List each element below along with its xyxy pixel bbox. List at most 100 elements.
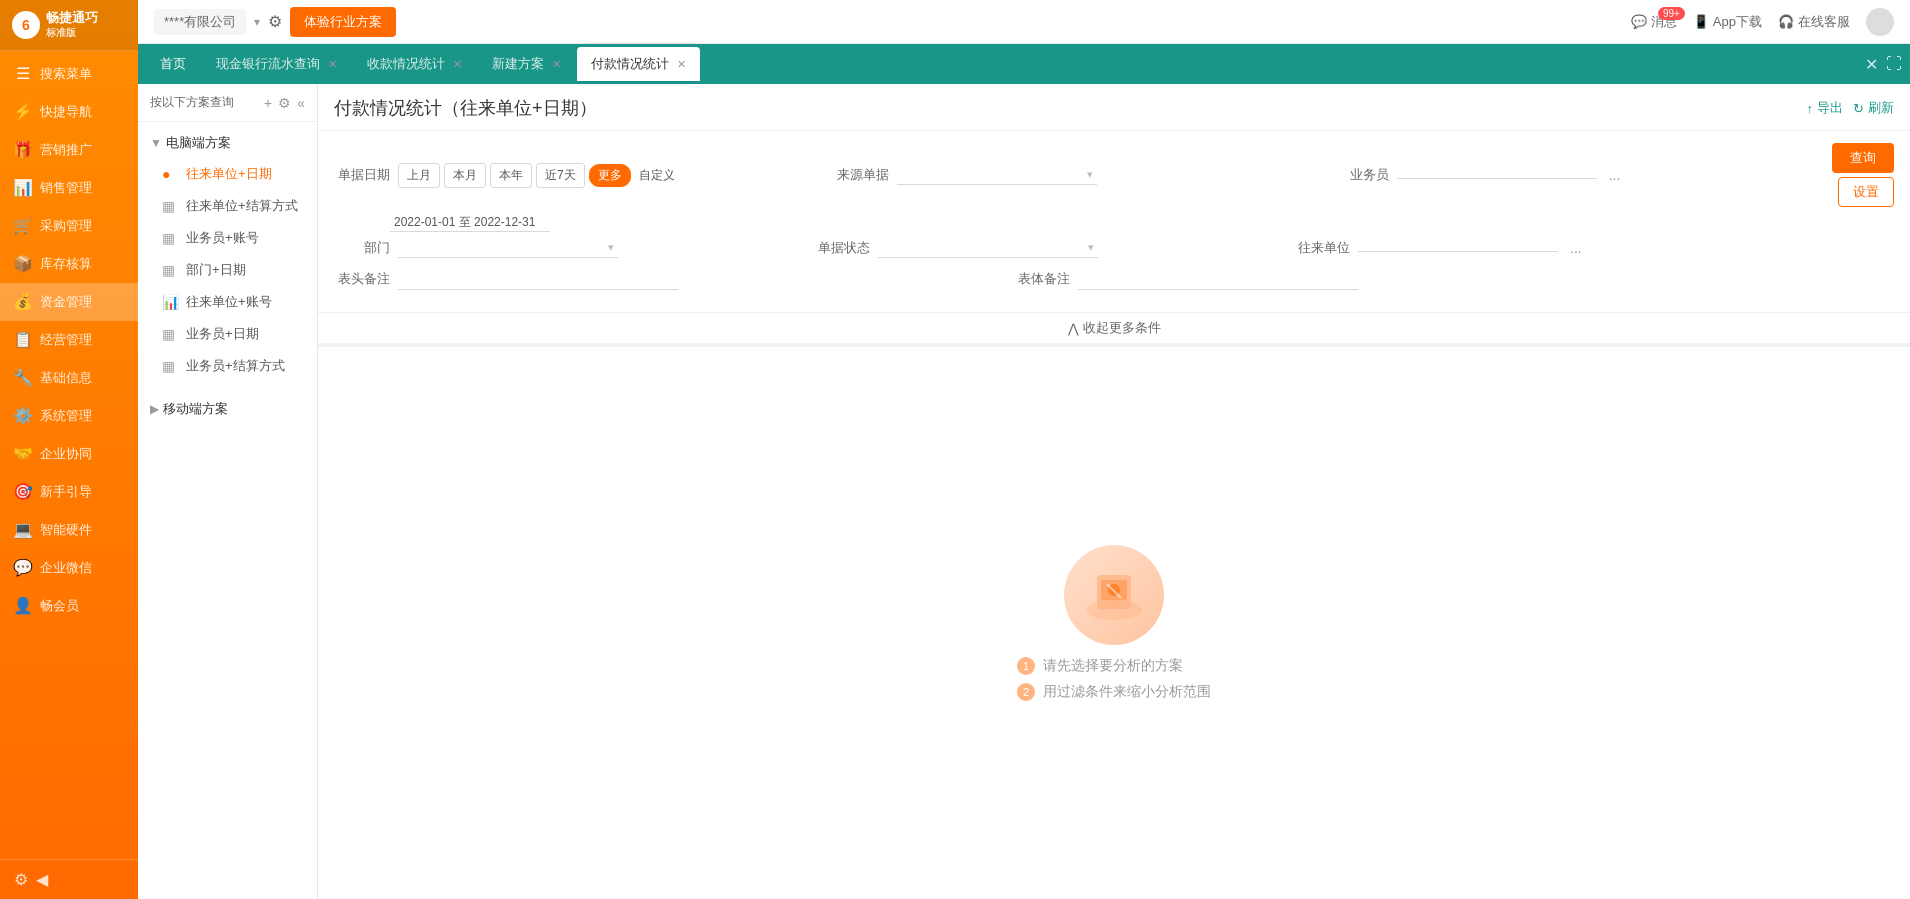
sidebar-bottom: ⚙ ◀ [0, 859, 138, 899]
sidebar-item-search-menu[interactable]: ☰ 搜索菜单 [0, 55, 138, 93]
trial-button[interactable]: 体验行业方案 [290, 7, 396, 37]
sidebar-item-enterprise[interactable]: 🤝 企业协同 [0, 435, 138, 473]
scheme-item-staff-settle[interactable]: ▦ 业务员+结算方式 [138, 350, 317, 382]
sidebar-item-wechat[interactable]: 💬 企业微信 [0, 549, 138, 587]
filter-row-2: 部门 ▾ 单据状态 ▾ 往来单位 [334, 238, 1894, 258]
topbar-settings-icon[interactable]: ⚙ [268, 12, 282, 31]
scheme-item-dept-date[interactable]: ▦ 部门+日期 [138, 254, 317, 286]
date-range-input[interactable] [390, 213, 550, 232]
empty-illustration [1064, 545, 1164, 645]
tab-pay-stats-close[interactable]: ✕ [677, 58, 686, 71]
scheme-header: 按以下方案查询 + ⚙ « [138, 84, 317, 122]
scheme-collapse-icon[interactable]: « [297, 95, 305, 111]
tabbar: 首页 现金银行流水查询 ✕ 收款情况统计 ✕ 新建方案 ✕ 付款情况统计 ✕ ✕… [138, 44, 1910, 84]
filter-row-1: 单据日期 上月 本月 本年 近7天 更多 自定义 来源单据 [334, 143, 1894, 207]
sidebar-item-system[interactable]: ⚙️ 系统管理 [0, 397, 138, 435]
staff-more-icon[interactable]: ... [1609, 167, 1621, 183]
sidebar-item-sales[interactable]: 📊 销售管理 [0, 169, 138, 207]
service-button[interactable]: 🎧 在线客服 [1778, 13, 1850, 31]
tab-expand-icon[interactable]: ⛶ [1886, 55, 1902, 73]
sidebar-item-capital[interactable]: 💰 资金管理 [0, 283, 138, 321]
sidebar-item-basic-info[interactable]: 🔧 基础信息 [0, 359, 138, 397]
scheme-item-partner-account[interactable]: 📊 往来单位+账号 [138, 286, 317, 318]
sidebar-item-guide[interactable]: 🎯 新手引导 [0, 473, 138, 511]
app-download-button[interactable]: 📱 App下载 [1693, 13, 1762, 31]
date-btn-this-month[interactable]: 本月 [444, 163, 486, 188]
date-btn-more[interactable]: 更多 [589, 164, 631, 187]
sidebar-item-member[interactable]: 👤 畅会员 [0, 587, 138, 625]
export-button[interactable]: ↑ 导出 [1807, 99, 1844, 117]
sales-icon: 📊 [14, 179, 32, 197]
tab-bank-flow-close[interactable]: ✕ [328, 58, 337, 71]
refresh-button[interactable]: ↻ 刷新 [1853, 99, 1894, 117]
date-buttons: 上月 本月 本年 近7天 更多 自定义 [398, 163, 679, 188]
mobile-section-header[interactable]: ▶ 移动端方案 [138, 394, 317, 424]
date-btn-7days[interactable]: 近7天 [536, 163, 585, 188]
scheme-add-icon[interactable]: + [264, 95, 272, 111]
body-note-input[interactable] [1078, 268, 1358, 290]
source-select[interactable]: ▾ [897, 165, 1097, 185]
desktop-section-header[interactable]: ▼ 电脑端方案 [138, 128, 317, 158]
page-header: 付款情况统计（往来单位+日期） ↑ 导出 ↻ 刷新 [318, 84, 1910, 130]
company-name: ****有限公司 [154, 9, 246, 35]
enterprise-icon: 🤝 [14, 445, 32, 463]
app-logo: 6 畅捷通巧 标准版 [0, 0, 138, 51]
header-note-col: 表头备注 [334, 268, 998, 290]
staff-filter-col: 业务员 ... [1333, 166, 1816, 184]
staff-label: 业务员 [1333, 166, 1389, 184]
wechat-icon: 💬 [14, 559, 32, 577]
tab-bank-flow[interactable]: 现金银行流水查询 ✕ [202, 47, 351, 81]
date-btn-last-month[interactable]: 上月 [398, 163, 440, 188]
sidebar: 6 畅捷通巧 标准版 ☰ 搜索菜单 ⚡ 快捷导航 🎁 营销推广 📊 销售管理 🛒… [0, 0, 138, 899]
scheme-item-partner-settle[interactable]: ▦ 往来单位+结算方式 [138, 190, 317, 222]
tab-new-scheme[interactable]: 新建方案 ✕ [478, 47, 575, 81]
page-title: 付款情况统计（往来单位+日期） [334, 96, 597, 120]
date-btn-this-year[interactable]: 本年 [490, 163, 532, 188]
sidebar-item-hardware[interactable]: 💻 智能硬件 [0, 511, 138, 549]
bottom-settings-icon[interactable]: ⚙ [14, 870, 28, 889]
bottom-collapse-icon[interactable]: ◀ [36, 870, 48, 889]
body-note-label: 表体备注 [1014, 270, 1070, 288]
sidebar-item-purchase[interactable]: 🛒 采购管理 [0, 207, 138, 245]
date-custom-label: 自定义 [639, 167, 675, 184]
dept-select[interactable]: ▾ [398, 238, 618, 258]
filter-actions: 查询 设置 [1832, 143, 1894, 207]
scheme-settings-icon[interactable]: ⚙ [278, 95, 291, 111]
staff-select[interactable] [1397, 172, 1597, 179]
source-dropdown-icon: ▾ [1087, 168, 1093, 181]
dept-dropdown-icon: ▾ [608, 241, 614, 254]
user-avatar[interactable] [1866, 8, 1894, 36]
tab-receive-stats[interactable]: 收款情况统计 ✕ [353, 47, 476, 81]
sidebar-item-operations[interactable]: 📋 经营管理 [0, 321, 138, 359]
message-button[interactable]: 💬 消息 99+ [1631, 13, 1677, 31]
empty-state: 1 请先选择要分析的方案 2 用过滤条件来缩小分析范围 [318, 347, 1910, 899]
voucher-status-select[interactable]: ▾ [878, 238, 1098, 258]
collapse-button[interactable]: ⋀ 收起更多条件 [318, 312, 1910, 343]
empty-content: 1 请先选择要分析的方案 2 用过滤条件来缩小分析范围 [1017, 545, 1211, 701]
tab-new-scheme-close[interactable]: ✕ [552, 58, 561, 71]
tip-num-1: 1 [1017, 657, 1035, 675]
basic-info-icon: 🔧 [14, 369, 32, 387]
scheme-item-staff-date[interactable]: ▦ 业务员+日期 [138, 318, 317, 350]
settings-button[interactable]: 设置 [1838, 177, 1894, 207]
company-dropdown-icon[interactable]: ▾ [254, 15, 260, 29]
tab-close-all-icon[interactable]: ✕ [1865, 55, 1878, 74]
empty-tip-2: 2 用过滤条件来缩小分析范围 [1017, 683, 1211, 701]
header-note-input[interactable] [398, 268, 678, 290]
scheme-item-partner-date[interactable]: ● 往来单位+日期 [138, 158, 317, 190]
tab-pay-stats[interactable]: 付款情况统计 ✕ [577, 47, 700, 81]
sidebar-item-marketing[interactable]: 🎁 营销推广 [0, 131, 138, 169]
sidebar-item-quick-nav[interactable]: ⚡ 快捷导航 [0, 93, 138, 131]
partner-select[interactable] [1358, 245, 1558, 252]
query-button[interactable]: 查询 [1832, 143, 1894, 173]
message-badge: 99+ [1658, 7, 1685, 20]
tab-home[interactable]: 首页 [146, 47, 200, 81]
message-icon: 💬 [1631, 14, 1647, 29]
voucher-status-dropdown-icon: ▾ [1088, 241, 1094, 254]
system-icon: ⚙️ [14, 407, 32, 425]
sidebar-item-inventory[interactable]: 📦 库存核算 [0, 245, 138, 283]
tip-num-2: 2 [1017, 683, 1035, 701]
scheme-item-staff-account[interactable]: ▦ 业务员+账号 [138, 222, 317, 254]
tab-receive-stats-close[interactable]: ✕ [453, 58, 462, 71]
partner-more-icon[interactable]: ... [1570, 240, 1582, 256]
